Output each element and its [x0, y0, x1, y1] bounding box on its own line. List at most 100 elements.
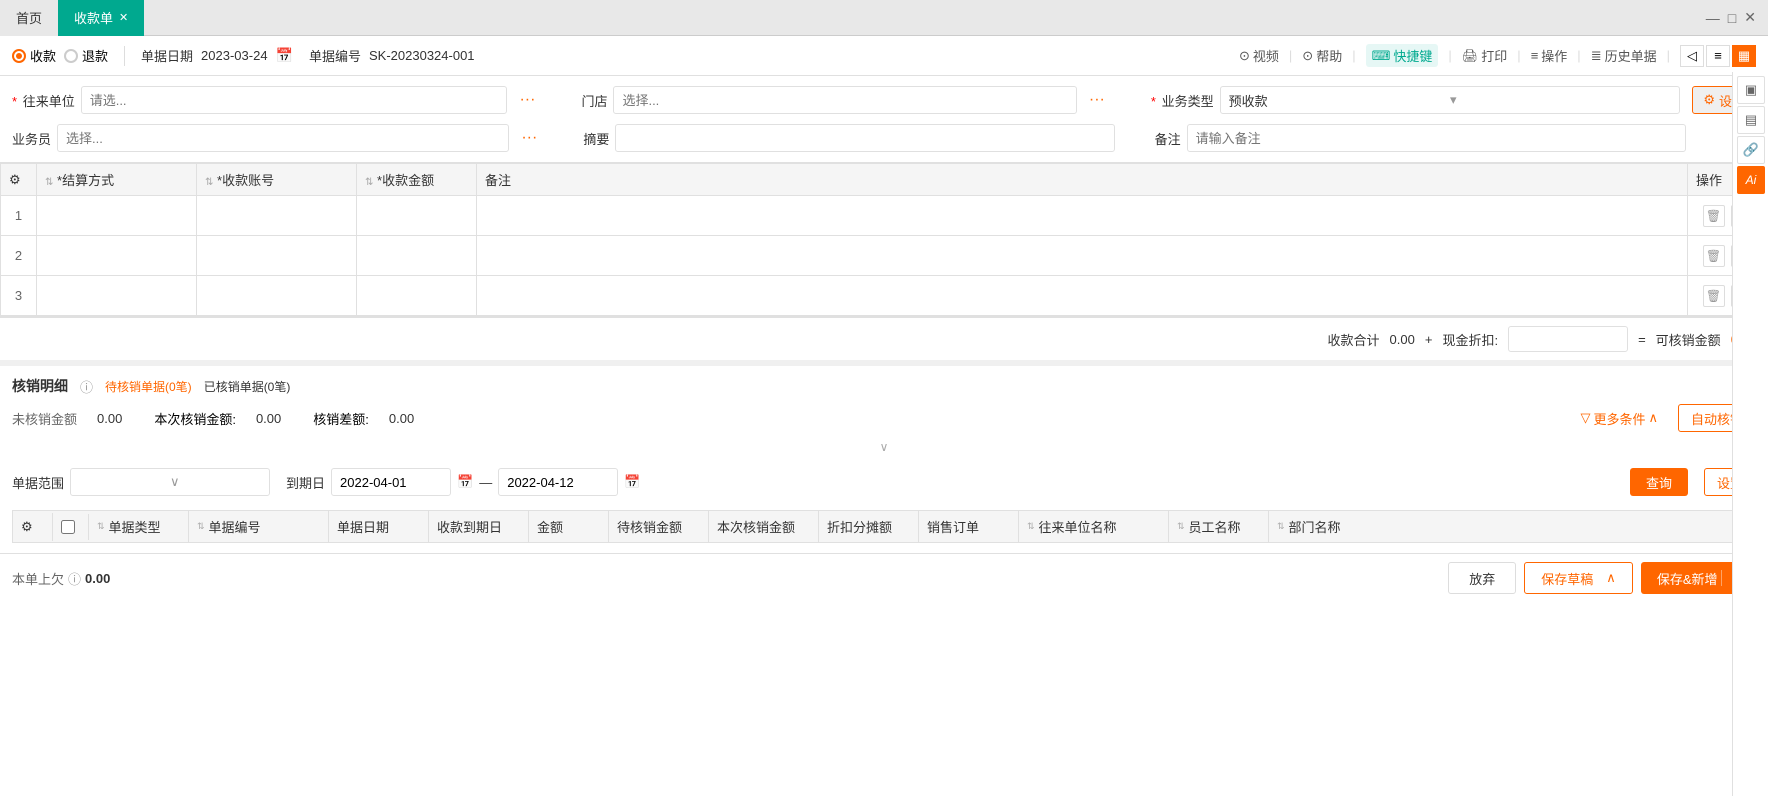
- ai-label: Ai: [1746, 173, 1757, 187]
- business-type-value: 预收款: [1229, 91, 1450, 110]
- row-2-delete-btn[interactable]: 🗑: [1703, 245, 1725, 267]
- discount-input[interactable]: [1508, 326, 1628, 352]
- more-conditions-btn[interactable]: ▽ 更多条件 ∧: [1580, 409, 1658, 428]
- doc-type-radio-group: 收款 退款: [12, 46, 108, 65]
- business-type-select[interactable]: 预收款 ▾: [1220, 86, 1681, 114]
- salesperson-label: 业务员: [12, 129, 51, 148]
- range-select[interactable]: ∨: [70, 468, 270, 496]
- video-btn[interactable]: ⊙ 视频: [1239, 46, 1279, 65]
- due-date-label: 到期日: [286, 473, 325, 492]
- counterpart-more-btn[interactable]: ···: [513, 91, 541, 109]
- summary-input[interactable]: [615, 124, 1114, 152]
- receipt-radio-label: 收款: [30, 46, 56, 65]
- print-btn-label: 打印: [1481, 46, 1507, 65]
- notes-field: 备注: [1155, 124, 1686, 152]
- draft-btn[interactable]: 保存草稿 ∧: [1524, 562, 1633, 594]
- bth-amount: 金额: [529, 511, 609, 542]
- window-minimize-btn[interactable]: —: [1706, 10, 1720, 26]
- print-btn[interactable]: 🖨 打印: [1462, 46, 1508, 65]
- date-cal-icon-start[interactable]: 📅: [457, 474, 473, 490]
- bth-dept: ⇅ 部门名称: [1269, 511, 1755, 542]
- help-btn-label: 帮助: [1316, 46, 1342, 65]
- table-wrapper: ⚙ ⇅ *结算方式 ⇅ *收款账号 ⇅ *收款金额 备注: [0, 163, 1768, 317]
- sidebar-btn-link[interactable]: 🔗: [1737, 136, 1765, 164]
- discount-label: 现金折扣:: [1442, 330, 1498, 349]
- row-num-3: 3: [1, 276, 37, 316]
- table-header-row: ⚙ ⇅ *结算方式 ⇅ *收款账号 ⇅ *收款金额 备注: [1, 164, 1768, 196]
- sort-arrows-dept: ⇅: [1277, 521, 1285, 532]
- counterpart-input[interactable]: [81, 86, 508, 114]
- row-2-notes[interactable]: [477, 236, 1688, 276]
- row-3-amount[interactable]: [357, 276, 477, 316]
- keyboard-icon: ⌨: [1372, 48, 1391, 64]
- row-2-settlement[interactable]: [37, 236, 197, 276]
- verifiable-label: 可核销金额: [1656, 330, 1721, 349]
- view-btn-card[interactable]: ▦: [1732, 45, 1756, 67]
- shop-input[interactable]: [613, 86, 1076, 114]
- bth-gear[interactable]: ⚙: [13, 513, 53, 541]
- counterpart-required-star: *: [12, 94, 17, 109]
- draft-btn-label: 保存草稿: [1541, 569, 1593, 588]
- row-2-account[interactable]: [197, 236, 357, 276]
- date-end-input[interactable]: [498, 468, 618, 496]
- row-1-notes[interactable]: [477, 196, 1688, 236]
- tab-receipt[interactable]: 收款单 ✕: [58, 0, 144, 36]
- tab-home[interactable]: 首页: [0, 0, 58, 36]
- collapse-arrow-icon[interactable]: ∨: [880, 440, 889, 454]
- view-btn-list[interactable]: ◁: [1680, 45, 1704, 67]
- sidebar-btn-table[interactable]: ▣: [1737, 76, 1765, 104]
- sidebar-btn-ai[interactable]: Ai: [1737, 166, 1765, 194]
- history-btn[interactable]: ≣ 历史单据: [1591, 46, 1657, 65]
- select-all-checkbox[interactable]: [61, 520, 75, 534]
- receipt-radio[interactable]: 收款: [12, 46, 56, 65]
- bth-counterpart: ⇅ 往来单位名称: [1019, 511, 1169, 542]
- tab-close-icon[interactable]: ✕: [119, 11, 128, 24]
- sidebar-btn-doc[interactable]: ▤: [1737, 106, 1765, 134]
- footer-info-icon[interactable]: ⓘ: [68, 569, 81, 588]
- table-row: 3 🗑 ⊕: [1, 276, 1768, 316]
- refund-radio[interactable]: 退款: [64, 46, 108, 65]
- row-3-account[interactable]: [197, 276, 357, 316]
- row-1-settlement[interactable]: [37, 196, 197, 236]
- row-1-account[interactable]: [197, 196, 357, 236]
- date-start-input[interactable]: [331, 468, 451, 496]
- bth-discount: 折扣分摊额: [819, 511, 919, 542]
- footer: 本单上欠 ⓘ 0.00 放弃 保存草稿 ∧ 保存&新增 ∧: [0, 553, 1768, 602]
- bth-checkbox[interactable]: [53, 514, 89, 540]
- row-1-delete-btn[interactable]: 🗑: [1703, 205, 1725, 227]
- tab-receipt-label: 收款单: [74, 8, 113, 27]
- doc-date-calendar-icon[interactable]: 📅: [276, 47, 293, 64]
- row-3-settlement[interactable]: [37, 276, 197, 316]
- shortcut-btn[interactable]: ⌨ 快捷键: [1366, 44, 1439, 67]
- discard-btn[interactable]: 放弃: [1448, 562, 1516, 594]
- window-maximize-btn[interactable]: □: [1728, 10, 1736, 26]
- shop-label: 门店: [581, 91, 607, 110]
- receipt-radio-dot: [12, 49, 26, 63]
- th-gear[interactable]: ⚙: [1, 164, 37, 196]
- verify-info-icon[interactable]: ⓘ: [80, 377, 93, 396]
- doc-date-field: 单据日期 2023-03-24 📅: [141, 46, 293, 65]
- shop-more-btn[interactable]: ···: [1083, 91, 1111, 109]
- help-btn[interactable]: ⊙ 帮助: [1302, 46, 1342, 65]
- form-row-2: 业务员 ··· 摘要 备注: [12, 124, 1756, 152]
- settings-gear-icon: ⚙: [1703, 92, 1715, 108]
- row-3-delete-btn[interactable]: 🗑: [1703, 285, 1725, 307]
- notes-input[interactable]: [1187, 124, 1686, 152]
- view-btn-grid[interactable]: ≡: [1706, 45, 1730, 67]
- refund-radio-dot: [64, 49, 78, 63]
- query-btn[interactable]: 查询: [1630, 468, 1688, 496]
- date-cal-icon-end[interactable]: 📅: [624, 474, 640, 490]
- salesperson-field: 业务员 ···: [12, 124, 543, 152]
- pending-tab[interactable]: 待核销单据(0笔): [105, 378, 192, 395]
- row-3-notes[interactable]: [477, 276, 1688, 316]
- window-close-btn[interactable]: ✕: [1744, 9, 1756, 26]
- salesperson-more-btn[interactable]: ···: [515, 129, 543, 147]
- doc-number-label: 单据编号: [309, 46, 361, 65]
- table-row: 2 🗑 ⊕: [1, 236, 1768, 276]
- operate-btn[interactable]: ≡ 操作: [1531, 46, 1568, 65]
- row-2-amount[interactable]: [357, 236, 477, 276]
- salesperson-input[interactable]: [57, 124, 509, 152]
- main-content: 收款 退款 单据日期 2023-03-24 📅 单据编号 SK-20230324…: [0, 36, 1768, 796]
- row-1-amount[interactable]: [357, 196, 477, 236]
- completed-tab[interactable]: 已核销单据(0笔): [204, 378, 291, 395]
